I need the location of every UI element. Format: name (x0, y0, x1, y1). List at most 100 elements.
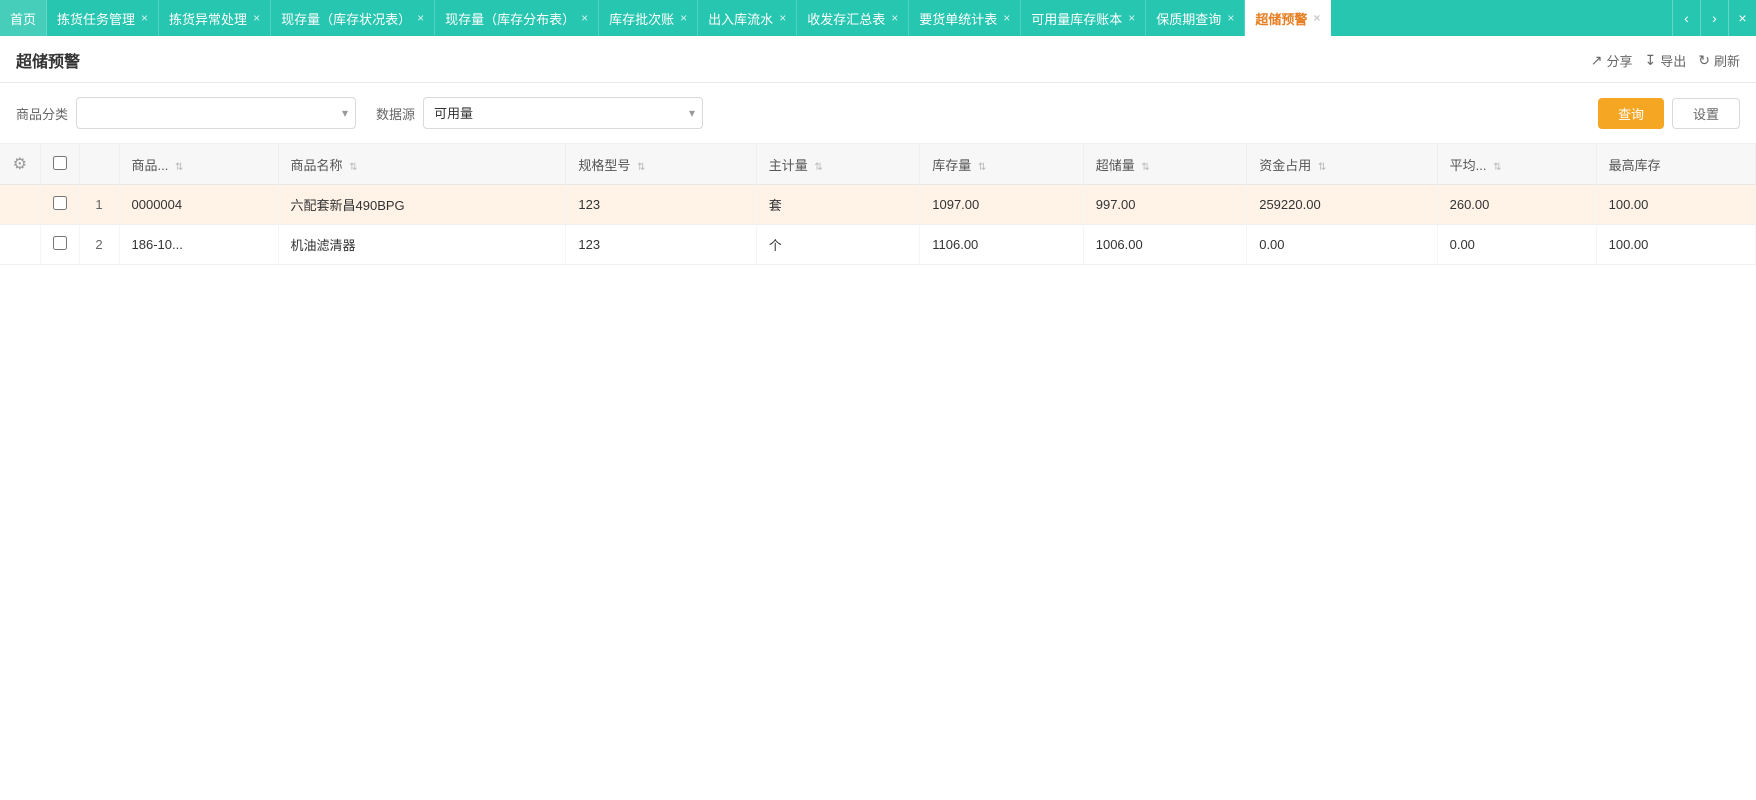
nav-quality-check-close[interactable]: × (1227, 11, 1234, 25)
nav-next-button[interactable]: › (1700, 0, 1728, 36)
page-container: 超储预警 ↗ 分享 ↧ 导出 ↻ 刷新 商品分类 ▾ (0, 36, 1756, 800)
col-max-stock-header: 最高库存 (1596, 144, 1755, 185)
row-overstock: 997.00 (1083, 185, 1246, 225)
datasource-select-wrapper: 可用量 库存量 ▾ (423, 97, 703, 129)
nav-stock-status[interactable]: 现存量（库存状况表） × (271, 0, 435, 36)
col-capital-sort-icon: ⇅ (1318, 162, 1326, 173)
nav-available-account[interactable]: 可用量库存账本 × (1021, 0, 1146, 36)
row-capital: 259220.00 (1247, 185, 1437, 225)
row-avg: 0.00 (1437, 225, 1596, 265)
nav-in-out-flow[interactable]: 出入库流水 × (698, 0, 797, 36)
col-product-code-sort-icon: ⇅ (175, 162, 183, 173)
category-filter-label: 商品分类 (16, 104, 68, 123)
row-select-checkbox[interactable] (53, 196, 67, 210)
category-select[interactable] (76, 97, 356, 129)
select-all-checkbox[interactable] (53, 156, 67, 170)
nav-abnormal-label: 拣货异常处理 (169, 9, 247, 28)
col-checkbox-header (40, 144, 79, 185)
nav-receive-summary-close[interactable]: × (891, 11, 898, 25)
refresh-button[interactable]: ↻ 刷新 (1698, 51, 1740, 70)
nav-abnormal[interactable]: 拣货异常处理 × (159, 0, 271, 36)
export-button[interactable]: ↧ 导出 (1645, 51, 1687, 70)
nav-in-out-flow-close[interactable]: × (779, 11, 786, 25)
row-unit: 套 (756, 185, 919, 225)
filter-bar: 商品分类 ▾ 数据源 可用量 库存量 ▾ 查询 设置 (0, 83, 1756, 144)
nav-task-mgmt-close[interactable]: × (141, 11, 148, 25)
nav-batch-account-label: 库存批次账 (609, 9, 674, 28)
nav-prev-button[interactable]: ‹ (1672, 0, 1700, 36)
col-stock-sort-icon: ⇅ (978, 162, 986, 173)
row-max-stock: 100.00 (1596, 225, 1755, 265)
col-capital-header[interactable]: 资金占用 ⇅ (1247, 144, 1437, 185)
col-settings: ⚙ (0, 144, 40, 185)
nav-stock-status-close[interactable]: × (417, 11, 424, 25)
nav-available-account-close[interactable]: × (1128, 11, 1135, 25)
col-overstock-header[interactable]: 超储量 ⇅ (1083, 144, 1246, 185)
row-overstock: 1006.00 (1083, 225, 1246, 265)
nav-stock-dist[interactable]: 现存量（库存分布表） × (435, 0, 599, 36)
row-product-code: 186-10... (119, 225, 278, 265)
nav-close-button[interactable]: × (1728, 0, 1756, 36)
nav-order-stats-close[interactable]: × (1003, 11, 1010, 25)
datasource-select[interactable]: 可用量 库存量 (423, 97, 703, 129)
nav-abnormal-close[interactable]: × (253, 11, 260, 25)
page-header: 超储预警 ↗ 分享 ↧ 导出 ↻ 刷新 (0, 36, 1756, 83)
nav-quality-check-label: 保质期查询 (1156, 9, 1221, 28)
settings-button[interactable]: 设置 (1672, 98, 1740, 129)
row-product-name: 机油滤清器 (278, 225, 566, 265)
col-overstock-sort-icon: ⇅ (1141, 162, 1149, 173)
row-spec: 123 (566, 185, 756, 225)
table-container: ⚙ 商品... ⇅ 商品名称 ⇅ 规格型号 (0, 144, 1756, 265)
nav-batch-account[interactable]: 库存批次账 × (599, 0, 698, 36)
datasource-filter-label: 数据源 (376, 104, 415, 123)
row-checkbox-cell (40, 185, 79, 225)
query-button[interactable]: 查询 (1598, 98, 1664, 129)
col-avg-sort-icon: ⇅ (1493, 162, 1501, 173)
col-avg-label: 平均... (1450, 158, 1487, 173)
settings-gear-icon[interactable]: ⚙ (13, 156, 27, 173)
nav-task-mgmt-label: 拣货任务管理 (57, 9, 135, 28)
col-product-code-header[interactable]: 商品... ⇅ (119, 144, 278, 185)
col-avg-header[interactable]: 平均... ⇅ (1437, 144, 1596, 185)
nav-overstock-warning[interactable]: 超储预警 × (1245, 0, 1331, 36)
col-capital-label: 资金占用 (1259, 158, 1311, 173)
share-icon: ↗ (1591, 52, 1603, 69)
nav-order-stats[interactable]: 要货单统计表 × (909, 0, 1021, 36)
nav-home[interactable]: 首页 (0, 0, 47, 36)
col-spec-label: 规格型号 (578, 158, 630, 173)
col-product-code-label: 商品... (132, 158, 169, 173)
col-unit-label: 主计量 (769, 158, 808, 173)
row-spec: 123 (566, 225, 756, 265)
row-index: 2 (79, 225, 119, 265)
nav-task-mgmt[interactable]: 拣货任务管理 × (47, 0, 159, 36)
nav-receive-summary[interactable]: 收发存汇总表 × (797, 0, 909, 36)
nav-arrows: ‹ › × (1672, 0, 1756, 36)
row-select-checkbox[interactable] (53, 236, 67, 250)
row-settings-cell (0, 225, 40, 265)
table-body: 1 0000004 六配套新昌490BPG 123 套 1097.00 997.… (0, 185, 1756, 265)
nav-batch-account-close[interactable]: × (680, 11, 687, 25)
nav-quality-check[interactable]: 保质期查询 × (1146, 0, 1245, 36)
row-unit: 个 (756, 225, 919, 265)
row-capital: 0.00 (1247, 225, 1437, 265)
nav-stock-dist-close[interactable]: × (581, 11, 588, 25)
row-checkbox-cell (40, 225, 79, 265)
col-stock-header[interactable]: 库存量 ⇅ (920, 144, 1083, 185)
col-unit-sort-icon: ⇅ (814, 162, 822, 173)
overstock-table: ⚙ 商品... ⇅ 商品名称 ⇅ 规格型号 (0, 144, 1756, 265)
export-label: 导出 (1660, 51, 1686, 70)
refresh-label: 刷新 (1714, 51, 1740, 70)
nav-overstock-warning-close[interactable]: × (1313, 11, 1320, 25)
col-product-name-header[interactable]: 商品名称 ⇅ (278, 144, 566, 185)
nav-available-account-label: 可用量库存账本 (1031, 9, 1122, 28)
col-unit-header[interactable]: 主计量 ⇅ (756, 144, 919, 185)
share-button[interactable]: ↗ 分享 (1591, 51, 1633, 70)
filter-actions: 查询 设置 (1598, 98, 1740, 129)
nav-receive-summary-label: 收发存汇总表 (807, 9, 885, 28)
col-spec-header[interactable]: 规格型号 ⇅ (566, 144, 756, 185)
row-stock: 1097.00 (920, 185, 1083, 225)
row-index: 1 (79, 185, 119, 225)
nav-home-label: 首页 (10, 9, 36, 28)
nav-order-stats-label: 要货单统计表 (919, 9, 997, 28)
datasource-filter-group: 数据源 可用量 库存量 ▾ (376, 97, 703, 129)
